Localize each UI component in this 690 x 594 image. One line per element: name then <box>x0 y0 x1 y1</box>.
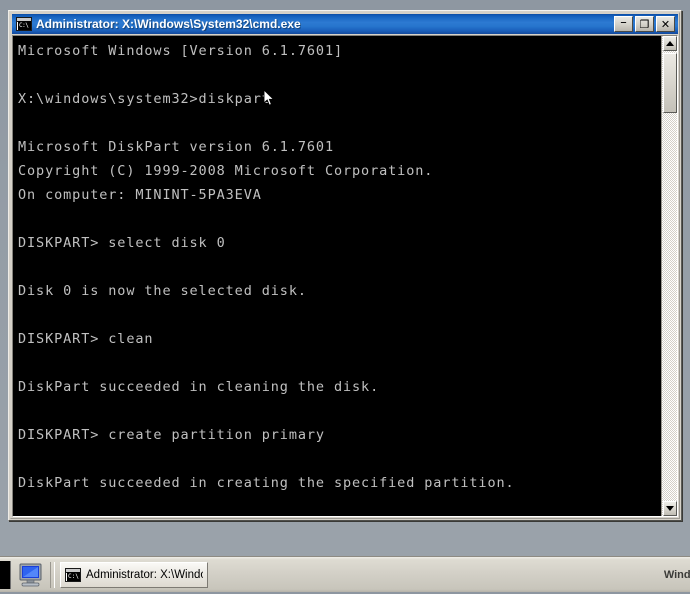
taskbar-left-edge <box>0 560 11 589</box>
console-line: DISKPART> clean <box>18 331 154 347</box>
scroll-down-arrow-icon[interactable] <box>663 501 677 516</box>
console-line: Microsoft Windows [Version 6.1.7601] <box>18 43 343 59</box>
console-vertical-scrollbar[interactable] <box>661 36 677 516</box>
system-tray: Windows <box>664 557 690 592</box>
console-output[interactable]: Microsoft Windows [Version 6.1.7601] X:\w… <box>13 36 661 516</box>
scroll-up-arrow-icon[interactable] <box>663 36 677 51</box>
console-line-list: Microsoft Windows [Version 6.1.7601] X:\w… <box>18 39 661 516</box>
maximize-icon: ❐ <box>639 17 650 31</box>
console-line: DiskPart succeeded in creating the speci… <box>18 475 515 491</box>
quick-launch-area <box>0 557 60 592</box>
window-titlebar[interactable]: Administrator: X:\Windows\System32\cmd.e… <box>12 14 678 34</box>
cmd-console-icon <box>65 567 81 582</box>
cmd-window: Administrator: X:\Windows\System32\cmd.e… <box>8 10 682 521</box>
console-line: DiskPart succeeded in cleaning the disk. <box>18 379 380 395</box>
console-client-area: Microsoft Windows [Version 6.1.7601] X:\w… <box>12 35 678 517</box>
window-controls: – ❐ ✕ <box>614 16 676 32</box>
cmd-console-icon[interactable] <box>16 17 32 31</box>
console-line: X:\windows\system32>diskpart <box>18 91 271 107</box>
triangle-down-icon <box>666 506 674 511</box>
console-line: DISKPART> create partition primary <box>18 427 325 443</box>
console-line: On computer: MININT-5PA3EVA <box>18 187 262 203</box>
minimize-button[interactable]: – <box>614 16 633 32</box>
taskbar-separator <box>50 561 55 588</box>
triangle-up-icon <box>666 41 674 46</box>
console-line: Disk 0 is now the selected disk. <box>18 283 307 299</box>
console-line: DISKPART> select disk 0 <box>18 235 226 251</box>
scrollbar-thumb[interactable] <box>663 53 677 113</box>
console-line: Microsoft DiskPart version 6.1.7601 <box>18 139 334 155</box>
tray-watermark-label: Windows <box>663 568 690 581</box>
console-line: Copyright (C) 1999-2008 Microsoft Corpor… <box>18 163 434 179</box>
monitor-icon <box>19 563 42 586</box>
maximize-button[interactable]: ❐ <box>635 16 654 32</box>
show-desktop-icon[interactable] <box>14 561 44 589</box>
window-title: Administrator: X:\Windows\System32\cmd.e… <box>36 17 301 31</box>
close-icon: ✕ <box>660 17 671 31</box>
taskbar: Administrator: X:\Windov Windows <box>0 556 690 592</box>
taskbar-button-cmd[interactable]: Administrator: X:\Windov <box>60 561 208 588</box>
close-button[interactable]: ✕ <box>656 16 675 32</box>
taskbar-button-label: Administrator: X:\Windov <box>86 568 203 581</box>
minimize-icon: – <box>620 15 627 30</box>
desktop-background: Administrator: X:\Windows\System32\cmd.e… <box>0 0 690 556</box>
